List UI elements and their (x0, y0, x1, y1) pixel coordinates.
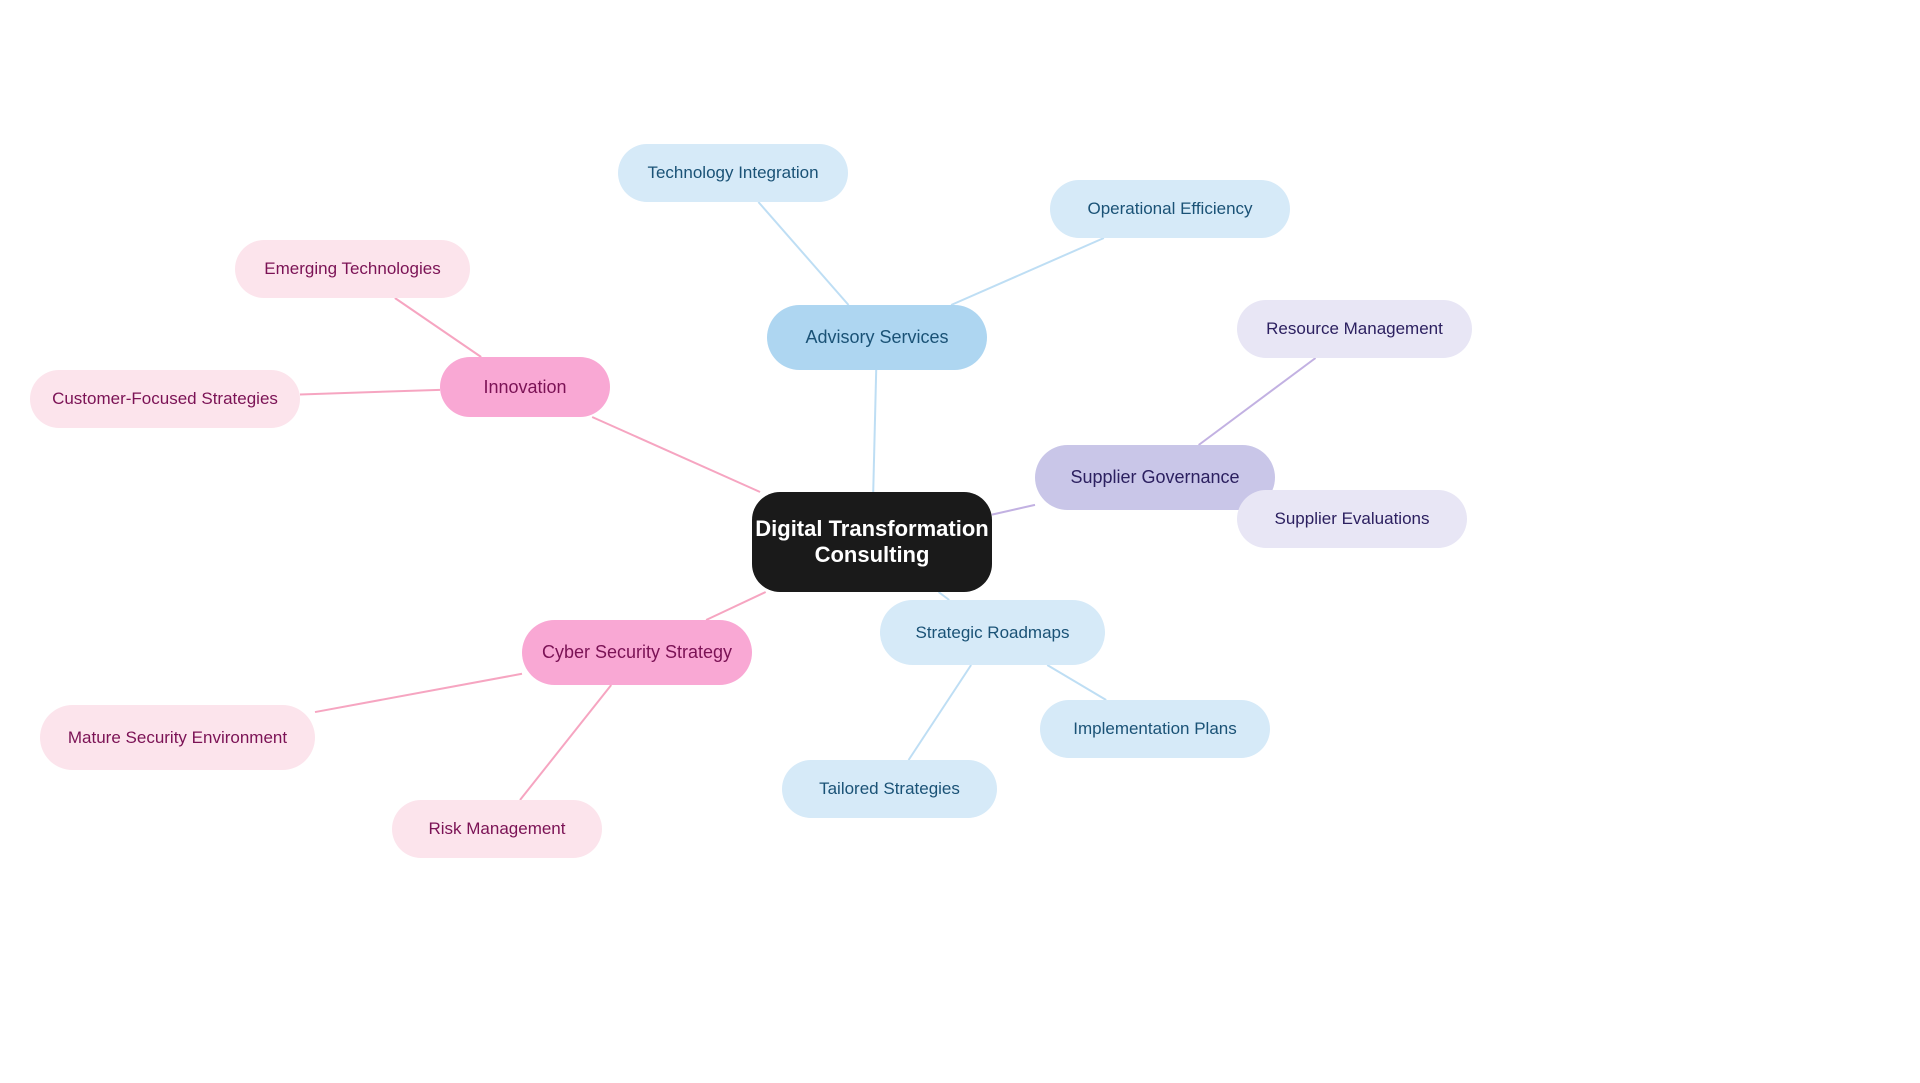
technology-integration-node[interactable]: Technology Integration (618, 144, 848, 202)
mature-security-environment-node[interactable]: Mature Security Environment (40, 705, 315, 770)
strategic-roadmaps-node[interactable]: Strategic Roadmaps (880, 600, 1105, 665)
risk-management-node[interactable]: Risk Management (392, 800, 602, 858)
implementation-plans-node[interactable]: Implementation Plans (1040, 700, 1270, 758)
supplier-evaluations-node[interactable]: Supplier Evaluations (1237, 490, 1467, 548)
center-node[interactable]: Digital Transformation Consulting (752, 492, 992, 592)
emerging-technologies-node[interactable]: Emerging Technologies (235, 240, 470, 298)
resource-management-node[interactable]: Resource Management (1237, 300, 1472, 358)
operational-efficiency-node[interactable]: Operational Efficiency (1050, 180, 1290, 238)
tailored-strategies-node[interactable]: Tailored Strategies (782, 760, 997, 818)
supplier-governance-node[interactable]: Supplier Governance (1035, 445, 1275, 510)
advisory-services-node[interactable]: Advisory Services (767, 305, 987, 370)
cyber-security-strategy-node[interactable]: Cyber Security Strategy (522, 620, 752, 685)
innovation-node[interactable]: Innovation (440, 357, 610, 417)
customer-focused-strategies-node[interactable]: Customer-Focused Strategies (30, 370, 300, 428)
